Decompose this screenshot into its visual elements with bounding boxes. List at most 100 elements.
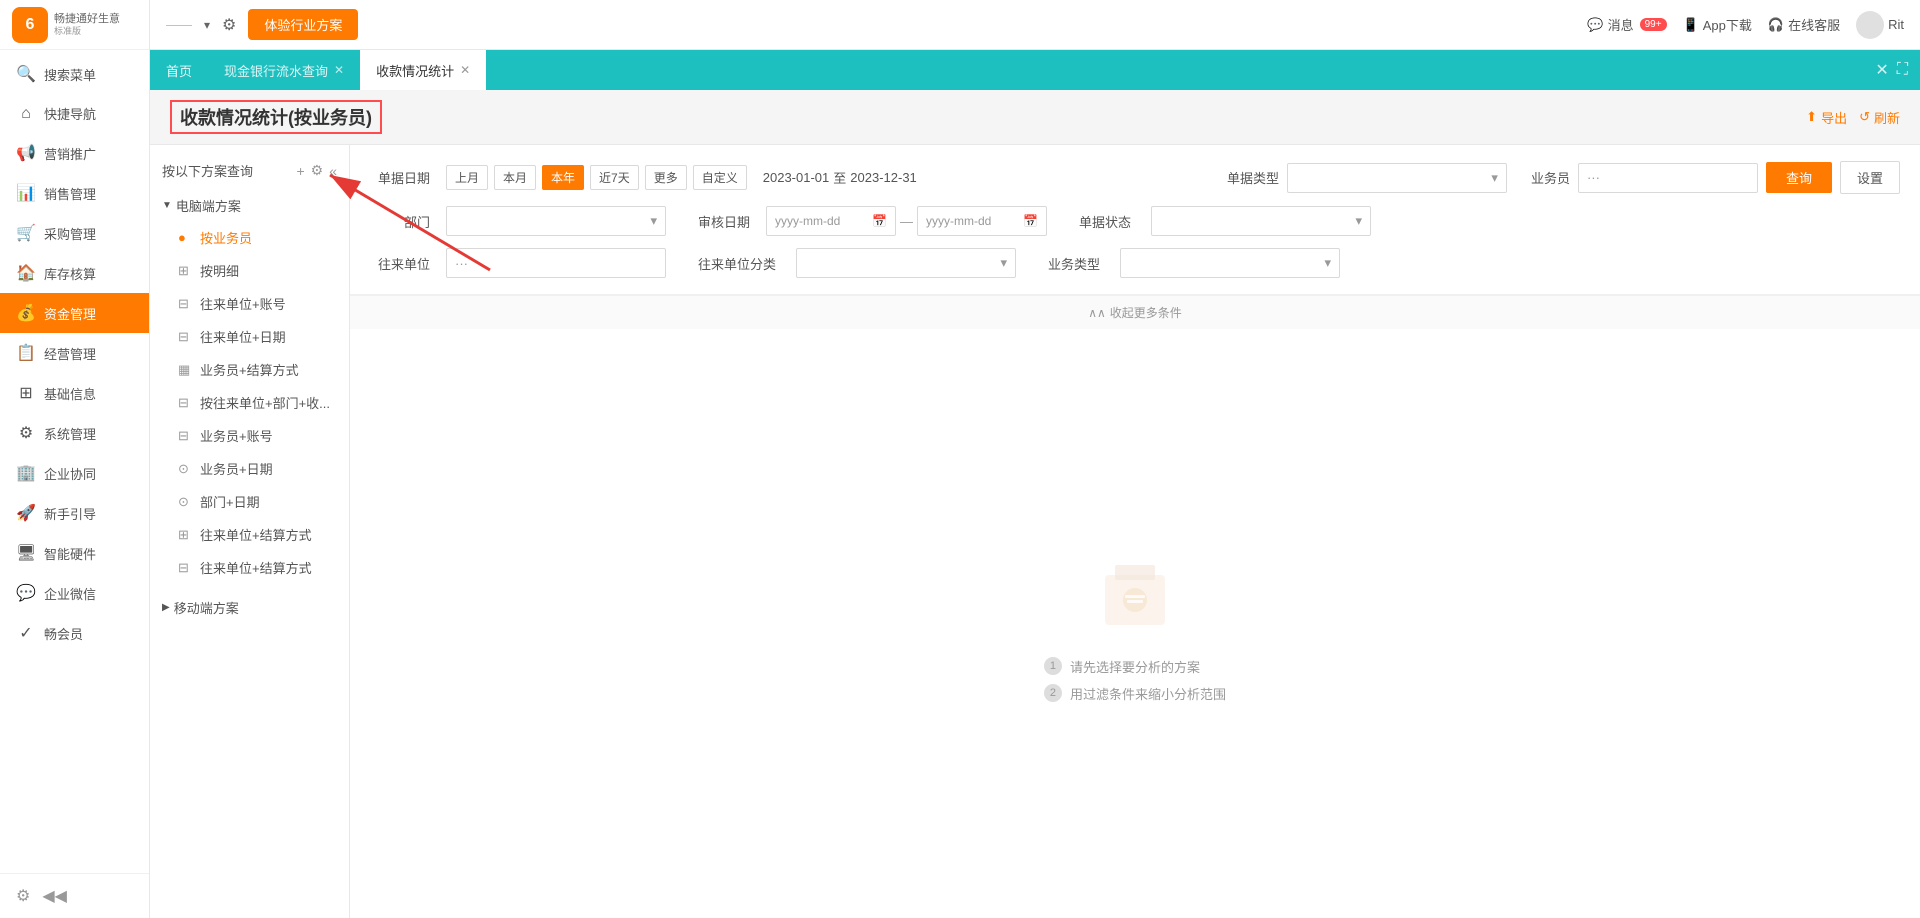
sidebar-item-marketing[interactable]: 📢 营销推广 [0, 133, 149, 173]
doc-type-select[interactable]: ▾ [1287, 163, 1507, 193]
mobile-section-arrow: ▶ [162, 602, 170, 613]
panel-item-salesperson[interactable]: ● 按业务员 [150, 221, 349, 254]
user-btn[interactable]: Rit [1856, 11, 1904, 39]
collapse-bar[interactable]: ∧∧ 收起更多条件 [350, 295, 1920, 329]
sidebar-item-purchase[interactable]: 🛒 采购管理 [0, 213, 149, 253]
staff-acct-icon: ⊟ [178, 428, 194, 444]
tab-bank-flow-close[interactable]: ✕ [334, 63, 344, 77]
panel-item-partner-acct[interactable]: ⊟ 往来单位+账号 [150, 287, 349, 320]
sidebar-item-basic[interactable]: ⊞ 基础信息 [0, 373, 149, 413]
panel-settings-btn[interactable]: ⚙ [311, 162, 324, 179]
download-icon: 📱 [1683, 17, 1699, 33]
messages-btn[interactable]: 💬 消息 99+ [1587, 15, 1666, 34]
dept-date-icon: ⊙ [178, 494, 194, 510]
date-btn-custom[interactable]: 自定义 [693, 165, 747, 190]
quicknav-icon: ⌂ [16, 105, 36, 123]
tab-bank-flow[interactable]: 现金银行流水查询 ✕ [208, 50, 360, 90]
tab-receipts-close[interactable]: ✕ [460, 63, 470, 77]
sidebar-item-inventory[interactable]: 🏠 库存核算 [0, 253, 149, 293]
online-service-btn[interactable]: 🎧 在线客服 [1768, 15, 1840, 34]
close-all-tabs-btn[interactable]: ✕ [1875, 60, 1888, 80]
export-button[interactable]: ⬆ 导出 [1806, 108, 1847, 127]
doc-type-label: 单据类型 [1227, 168, 1279, 187]
panel-item-partner-settle1[interactable]: ⊞ 往来单位+结算方式 [150, 518, 349, 551]
inventory-icon: 🏠 [16, 263, 36, 283]
panel-item-detail[interactable]: ⊞ 按明细 [150, 254, 349, 287]
partner-label: 往来单位 [370, 254, 430, 273]
tab-home[interactable]: 首页 [150, 50, 208, 90]
mobile-section-title[interactable]: ▶ 移动端方案 [150, 592, 349, 623]
sidebar-item-system[interactable]: ⚙ 系统管理 [0, 413, 149, 453]
sidebar-item-corp-label: 企业协同 [44, 464, 96, 483]
sidebar-item-member[interactable]: ✓ 畅会员 [0, 613, 149, 653]
topbar-gear-icon[interactable]: ⚙ [222, 15, 236, 35]
panel-header: 按以下方案查询 + ⚙ « [150, 155, 349, 186]
review-date-end[interactable]: yyyy-mm-dd 📅 [917, 206, 1047, 236]
date-btn-this-month[interactable]: 本月 [494, 165, 536, 190]
settings-button[interactable]: 设置 [1840, 161, 1900, 194]
staff-date-icon: ⊙ [178, 461, 194, 477]
query-button[interactable]: 查询 [1766, 162, 1832, 193]
salesperson-item-icon: ● [178, 230, 194, 245]
dept-select[interactable]: ▾ [446, 206, 666, 236]
sidebar-item-quicknav-label: 快捷导航 [44, 104, 96, 123]
maximize-btn[interactable]: ⛶ [1897, 61, 1908, 79]
filter-row-dept: 部门 ▾ 审核日期 yyyy-mm-dd 📅 — [370, 206, 1900, 236]
doc-status-label: 单据状态 [1079, 212, 1131, 231]
review-date-label: 审核日期 [698, 212, 750, 231]
wechat-icon: 💬 [16, 583, 36, 603]
doc-status-select[interactable]: ▾ [1151, 206, 1371, 236]
sidebar-item-guide[interactable]: 🚀 新手引导 [0, 493, 149, 533]
biz-type-select[interactable]: ▾ [1120, 248, 1340, 278]
sidebar-item-quicknav[interactable]: ⌂ 快捷导航 [0, 94, 149, 133]
sidebar-item-wechat[interactable]: 💬 企业微信 [0, 573, 149, 613]
salesperson-select[interactable]: ··· [1578, 163, 1758, 193]
tip-num-2: 2 [1044, 684, 1062, 702]
corp-icon: 🏢 [16, 463, 36, 483]
settings-footer-icon[interactable]: ⚙ [16, 886, 30, 906]
panel-item-partner-date[interactable]: ⊟ 往来单位+日期 [150, 320, 349, 353]
partner-type-select[interactable]: ▾ [796, 248, 1016, 278]
sidebar-item-business-label: 经营管理 [44, 344, 96, 363]
panel-item-partner-settle2[interactable]: ⊟ 往来单位+结算方式 [150, 551, 349, 584]
sidebar-item-search[interactable]: 🔍 搜索菜单 [0, 54, 149, 94]
review-date-start[interactable]: yyyy-mm-dd 📅 [766, 206, 896, 236]
page-title: 收款情况统计(按业务员) [170, 100, 382, 134]
sidebar-item-corp[interactable]: 🏢 企业协同 [0, 453, 149, 493]
sidebar-item-finance[interactable]: 💰 资金管理 [0, 293, 149, 333]
date-btn-more[interactable]: 更多 [645, 165, 687, 190]
breadcrumb-dropdown[interactable]: ▾ [204, 18, 210, 32]
date-btn-this-year[interactable]: 本年 [542, 165, 584, 190]
logo-area: 6 畅捷通好生意 标准版 [0, 0, 149, 50]
service-icon: 🎧 [1768, 17, 1784, 33]
partner-dept-icon: ⊟ [178, 395, 194, 411]
collapse-sidebar-icon[interactable]: ◀◀ [42, 886, 67, 906]
panel-item-staff-settle[interactable]: ▦ 业务员+结算方式 [150, 353, 349, 386]
tab-receipts[interactable]: 收款情况统计 ✕ [360, 50, 486, 90]
sidebar-item-hardware[interactable]: 🖥 智能硬件 [0, 533, 149, 573]
date-btn-last-month[interactable]: 上月 [446, 165, 488, 190]
sidebar-item-business[interactable]: 📋 经营管理 [0, 333, 149, 373]
trial-button[interactable]: 体验行业方案 [248, 9, 358, 40]
partner-more-btn[interactable]: ··· [455, 256, 468, 271]
panel-item-partner-dept[interactable]: ⊟ 按往来单位+部门+收... [150, 386, 349, 419]
desktop-section-title[interactable]: ▼ 电脑端方案 [150, 190, 349, 221]
sidebar-item-sales[interactable]: 📊 销售管理 [0, 173, 149, 213]
panel-item-staff-date[interactable]: ⊙ 业务员+日期 [150, 452, 349, 485]
app-download-btn[interactable]: 📱 App下载 [1683, 15, 1752, 34]
doc-status-arrow: ▾ [1356, 213, 1363, 229]
empty-state: 1 请先选择要分析的方案 2 用过滤条件来缩小分析范围 [350, 329, 1920, 918]
sidebar-item-wechat-label: 企业微信 [44, 584, 96, 603]
guide-icon: 🚀 [16, 503, 36, 523]
panel-item-dept-date[interactable]: ⊙ 部门+日期 [150, 485, 349, 518]
breadcrumb-text: —— [166, 17, 192, 32]
panel-item-staff-acct[interactable]: ⊟ 业务员+账号 [150, 419, 349, 452]
partner-acct-icon: ⊟ [178, 296, 194, 312]
panel-collapse-btn[interactable]: « [329, 163, 337, 179]
date-btn-7days[interactable]: 近7天 [590, 165, 639, 190]
content-area: 按以下方案查询 + ⚙ « ▼ 电脑端方案 ● 按业务员 [150, 145, 1920, 918]
partner-select[interactable]: ··· [446, 248, 666, 278]
refresh-button[interactable]: ↺ 刷新 [1859, 108, 1900, 127]
panel-add-btn[interactable]: + [296, 163, 304, 179]
search-icon: 🔍 [16, 64, 36, 84]
